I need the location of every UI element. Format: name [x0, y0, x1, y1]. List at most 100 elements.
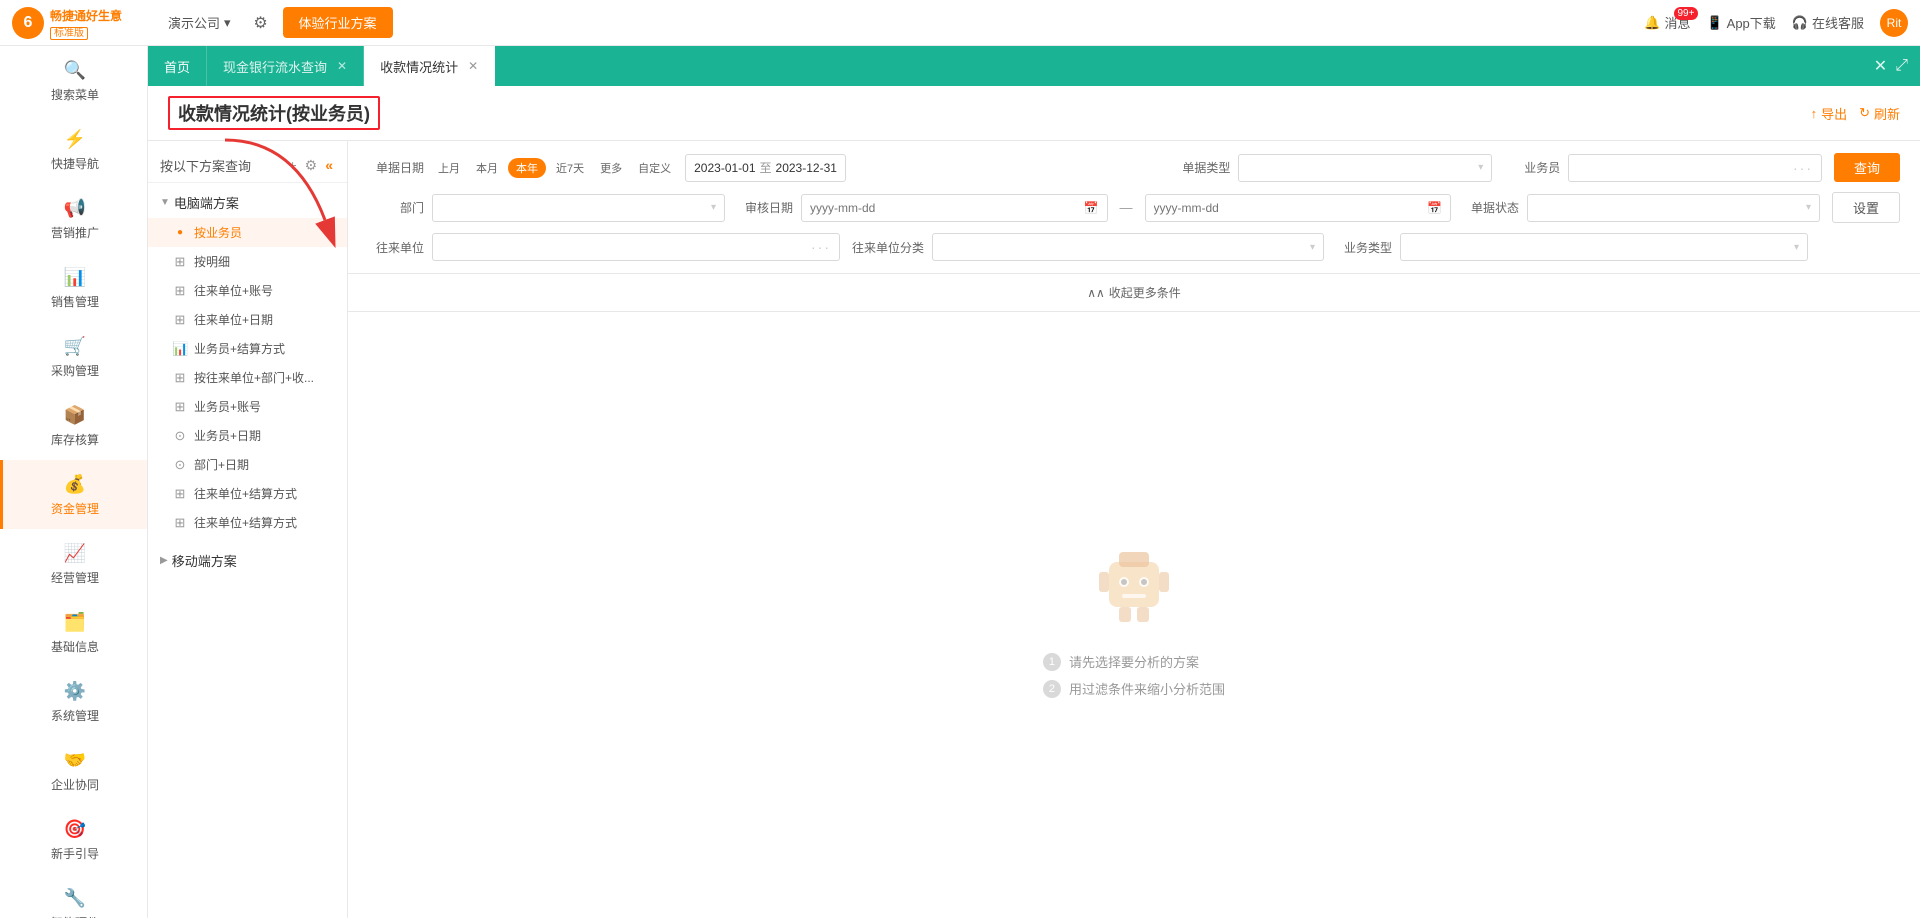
settings-button[interactable]: 设置	[1832, 192, 1900, 223]
export-label: 导出	[1821, 104, 1847, 123]
audit-date-to-input[interactable]: 📅	[1145, 194, 1452, 222]
scheme-item-salesperson-date[interactable]: ⊙ 业务员+日期	[148, 421, 347, 450]
query-button[interactable]: 查询	[1834, 153, 1900, 182]
sidebar-item-purchase[interactable]: 🛒 采购管理	[0, 322, 147, 391]
tab-bank[interactable]: 现金银行流水查询 ✕	[207, 46, 364, 86]
date-to-value: 2023-12-31	[776, 161, 837, 175]
sidebar-item-operations[interactable]: 📈 经营管理	[0, 529, 147, 598]
scheme-item-partner-settle2[interactable]: ⊞ 往来单位+结算方式	[148, 508, 347, 537]
page-title: 收款情况统计(按业务员)	[168, 96, 380, 130]
scheme-label-partner-settle1: 往来单位+结算方式	[194, 485, 297, 502]
sidebar-item-sales[interactable]: 📊 销售管理	[0, 253, 147, 322]
scheme-item-salesperson-settle[interactable]: 📊 业务员+结算方式	[148, 334, 347, 363]
custom-btn[interactable]: 自定义	[632, 158, 677, 178]
messages-button[interactable]: 🔔 消息 99+	[1644, 13, 1690, 32]
company-name: 演示公司	[168, 13, 220, 32]
receipt-tab-close-icon[interactable]: ✕	[468, 59, 478, 73]
settings-icon-btn[interactable]: ⚙	[247, 9, 275, 37]
sidebar-item-marketing[interactable]: 📢 营销推广	[0, 184, 147, 253]
app-download-button[interactable]: 📱 App下载	[1706, 13, 1775, 32]
sidebar-item-inventory[interactable]: 📦 库存核算	[0, 391, 147, 460]
sidebar-item-enterprise[interactable]: 🤝 企业协同	[0, 736, 147, 805]
this-month-btn[interactable]: 本月	[470, 158, 504, 178]
scheme-item-by-salesperson[interactable]: ● 按业务员	[148, 218, 347, 247]
scheme-item-partner-dept-income[interactable]: ⊞ 按往来单位+部门+收...	[148, 363, 347, 392]
mobile-scheme-group: ▶ 移动端方案	[148, 541, 347, 580]
dept-field: 部门 ▾	[368, 194, 725, 222]
headset-icon: 🎧	[1792, 15, 1808, 31]
partner-category-field: 往来单位分类 ▾	[852, 233, 1324, 261]
top-bar-left: 6 畅捷通好生意 标准版 演示公司 ▾ ⚙ 体验行业方案	[12, 7, 1644, 39]
sidebar-item-hardware[interactable]: 🔧 智能硬件	[0, 874, 147, 918]
mobile-expand-icon: ▶	[160, 555, 168, 566]
empty-illustration	[1084, 532, 1184, 632]
sidebar-item-search-menu[interactable]: 🔍 搜索菜单	[0, 46, 147, 115]
tab-bar-right: ✕ ⤢	[1874, 56, 1920, 76]
scheme-ps1-icon: ⊞	[172, 486, 188, 502]
partner-select[interactable]: ···	[432, 233, 840, 261]
audit-date-from-input[interactable]: 📅	[801, 194, 1108, 222]
salesperson-select[interactable]: ···	[1568, 154, 1822, 182]
last-month-btn[interactable]: 上月	[432, 158, 466, 178]
user-avatar[interactable]: Rit	[1880, 9, 1908, 37]
sidebar-item-system[interactable]: ⚙️ 系统管理	[0, 667, 147, 736]
scheme-sac-icon: ⊞	[172, 399, 188, 415]
collapse-bar[interactable]: ∧∧ 收起更多条件	[348, 274, 1920, 312]
partner-category-select[interactable]: ▾	[932, 233, 1324, 261]
step-num-2: 2	[1043, 680, 1061, 698]
tab-home[interactable]: 首页	[148, 46, 207, 86]
type-select[interactable]: ▾	[1238, 154, 1492, 182]
purchase-icon: 🛒	[63, 334, 87, 358]
scheme-item-partner-date[interactable]: ⊞ 往来单位+日期	[148, 305, 347, 334]
system-icon: ⚙️	[63, 679, 87, 703]
logo-area: 6 畅捷通好生意 标准版	[12, 7, 152, 39]
collapse-panel-button[interactable]: «	[323, 155, 335, 176]
scheme-dd-icon: ⊙	[172, 457, 188, 473]
scheme-item-partner-account[interactable]: ⊞ 往来单位+账号	[148, 276, 347, 305]
audit-from-field[interactable]	[810, 201, 1080, 215]
more-btn[interactable]: 更多	[594, 158, 628, 178]
dept-label: 部门	[368, 199, 424, 216]
maximize-icon[interactable]: ⤢	[1895, 57, 1908, 75]
dept-select[interactable]: ▾	[432, 194, 725, 222]
tab-receipt[interactable]: 收款情况统计 ✕	[364, 46, 495, 86]
mobile-group-label: 移动端方案	[172, 551, 237, 570]
sidebar-item-finance[interactable]: 💰 资金管理	[0, 460, 147, 529]
scheme-item-dept-date[interactable]: ⊙ 部门+日期	[148, 450, 347, 479]
scheme-settings-button[interactable]: ⚙	[303, 155, 320, 176]
sidebar-item-quick-nav[interactable]: ⚡ 快捷导航	[0, 115, 147, 184]
mobile-group-header[interactable]: ▶ 移动端方案	[148, 545, 347, 576]
desktop-group-label: 电脑端方案	[174, 193, 239, 212]
last-7days-btn[interactable]: 近7天	[550, 158, 590, 178]
doc-status-select[interactable]: ▾	[1527, 194, 1820, 222]
scheme-label-dept-date: 部门+日期	[194, 456, 249, 473]
close-window-icon[interactable]: ✕	[1874, 56, 1887, 76]
refresh-label: 刷新	[1874, 104, 1900, 123]
partner-label: 往来单位	[368, 239, 424, 256]
sidebar-label-system: 系统管理	[51, 707, 99, 724]
sidebar-item-basic[interactable]: 🗂️ 基础信息	[0, 598, 147, 667]
basic-icon: 🗂️	[63, 610, 87, 634]
sidebar-item-guide[interactable]: 🎯 新手引导	[0, 805, 147, 874]
query-row-2: 部门 ▾ 审核日期 📅 —	[368, 192, 1900, 223]
export-button[interactable]: ↑ 导出	[1811, 104, 1848, 123]
add-scheme-button[interactable]: +	[286, 155, 298, 176]
this-year-btn[interactable]: 本年	[508, 158, 546, 178]
empty-steps: 1 请先选择要分析的方案 2 用过滤条件来缩小分析范围	[1043, 652, 1225, 698]
trial-button[interactable]: 体验行业方案	[283, 7, 393, 38]
desktop-group-header[interactable]: ▼ 电脑端方案	[148, 187, 347, 218]
biz-type-select[interactable]: ▾	[1400, 233, 1808, 261]
scheme-item-by-detail[interactable]: ⊞ 按明细	[148, 247, 347, 276]
scheme-item-salesperson-account[interactable]: ⊞ 业务员+账号	[148, 392, 347, 421]
scheme-item-partner-settle1[interactable]: ⊞ 往来单位+结算方式	[148, 479, 347, 508]
top-bar: 6 畅捷通好生意 标准版 演示公司 ▾ ⚙ 体验行业方案 🔔 消息 99+ 📱 …	[0, 0, 1920, 46]
online-service-button[interactable]: 🎧 在线客服	[1792, 13, 1864, 32]
bank-tab-close-icon[interactable]: ✕	[337, 59, 347, 73]
date-from-value: 2023-01-01	[694, 161, 755, 175]
audit-to-field[interactable]	[1154, 201, 1424, 215]
scheme-label-partner-settle2: 往来单位+结算方式	[194, 514, 297, 531]
collapse-icon: ∧∧	[1087, 286, 1105, 300]
company-selector[interactable]: 演示公司 ▾	[160, 9, 239, 36]
refresh-button[interactable]: ↻ 刷新	[1859, 104, 1900, 123]
date-range-input[interactable]: 2023-01-01 至 2023-12-31	[685, 154, 846, 182]
